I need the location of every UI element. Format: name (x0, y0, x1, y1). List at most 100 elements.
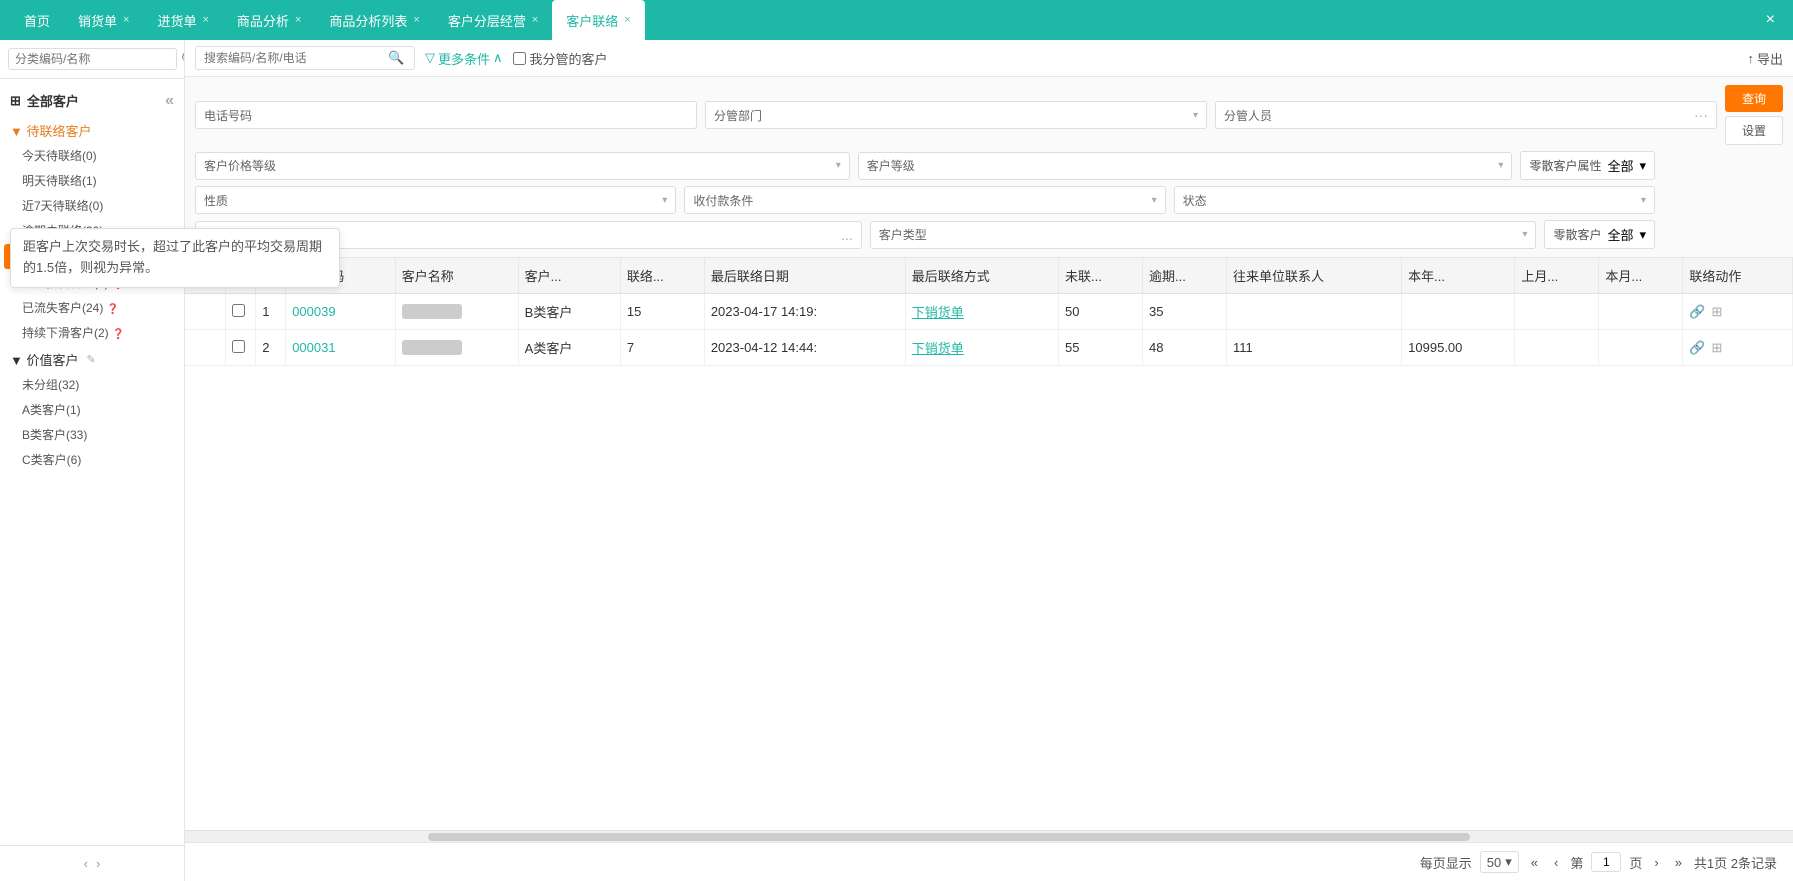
row1-link-icon[interactable]: 🔗 (1689, 304, 1705, 320)
row2-setting (185, 330, 226, 366)
filter-status[interactable]: 状态 ▾ (1174, 186, 1655, 214)
sidebar-left-arrow[interactable]: ‹ (84, 856, 88, 871)
sidebar-item-churned[interactable]: 已流失客户(24) ❓ (0, 295, 184, 320)
sidebar-item-declining[interactable]: 持续下滑客户(2) ❓ (0, 320, 184, 345)
row2-last-method[interactable]: 下销货单 (905, 330, 1058, 366)
chevron-down-icon: ▾ (1193, 110, 1198, 121)
filter-customer-tier[interactable]: 客户等级 ▾ (858, 152, 1513, 180)
filter-person[interactable]: 分管人员 ··· (1215, 101, 1717, 129)
row2-this-month (1599, 330, 1683, 366)
filter-customer-type[interactable]: 客户类型 ▾ (870, 221, 1537, 249)
filter-bar: 🔍 ▽ 更多条件 ∧ 我分管的客户 ↑ 导出 (185, 40, 1793, 77)
sidebar-section-value[interactable]: ▼ 价值客户 ✎ (0, 345, 184, 372)
export-btn[interactable]: ↑ 导出 (1747, 49, 1783, 68)
sidebar-item-ungrouped[interactable]: 未分组(32) (0, 372, 184, 397)
tab-product-analysis[interactable]: 商品分析 × (223, 0, 315, 40)
row2-select[interactable] (232, 340, 245, 353)
sidebar-right-arrow[interactable]: › (96, 856, 100, 871)
dots-icon[interactable]: ··· (1694, 107, 1708, 123)
sidebar-item-7days[interactable]: 近7天待联络(0) (0, 193, 184, 218)
filter-search-input[interactable] (204, 51, 384, 65)
last-page-btn[interactable]: » (1671, 853, 1686, 872)
tab-home[interactable]: 首页 (10, 0, 64, 40)
per-page-label: 每页显示 (1420, 853, 1472, 872)
row2-code[interactable]: 000031 (286, 330, 396, 366)
top-nav: 首页 销货单 × 进货单 × 商品分析 × 商品分析列表 × 客户分层经营 × … (0, 0, 1793, 40)
my-customer-checkbox[interactable] (513, 52, 526, 65)
help-icon3: ❓ (107, 304, 119, 315)
chevron-up-icon: ∧ (493, 50, 503, 66)
filter-more-btn[interactable]: ▽ 更多条件 ∧ (425, 49, 503, 68)
grid-icon: ⊞ (10, 93, 21, 109)
setting-button[interactable]: 设置 (1725, 116, 1783, 145)
row2-copy-icon[interactable]: ⊞ (1712, 340, 1723, 356)
close-tab-customer-tier[interactable]: × (532, 14, 538, 26)
adv-filter-row4: ... 客户类型 ▾ 零散客户 全部 ▾ (195, 220, 1783, 249)
sidebar-collapse-btn[interactable]: « (165, 92, 174, 110)
filter-my-customer[interactable]: 我分管的客户 (513, 49, 608, 68)
row1-action-icons: 🔗 ⊞ (1689, 304, 1786, 320)
close-tab-sales[interactable]: × (123, 14, 129, 26)
filter-retail-customer[interactable]: 零散客户 全部 ▾ (1544, 220, 1655, 249)
close-tab-customer-contact[interactable]: × (624, 14, 630, 26)
query-button[interactable]: 查询 (1725, 85, 1783, 112)
col-last-month: 上月... (1515, 258, 1599, 294)
first-page-btn[interactable]: « (1527, 853, 1542, 872)
filter-department[interactable]: 分管部门 ▾ (705, 101, 1207, 129)
filter-nature[interactable]: 性质 ▾ (195, 186, 676, 214)
close-tab-product-analysis[interactable]: × (295, 14, 301, 26)
sidebar-item-class-a[interactable]: A类客户(1) (0, 397, 184, 422)
scrollbar-thumb[interactable] (428, 833, 1471, 841)
filter-price-tier[interactable]: 客户价格等级 ▾ (195, 152, 850, 180)
dots-icon2[interactable]: ... (841, 227, 853, 243)
tab-purchase[interactable]: 进货单 × (143, 0, 222, 40)
sidebar-item-today[interactable]: 今天待联络(0) (0, 143, 184, 168)
tab-product-analysis-list[interactable]: 商品分析列表 × (315, 0, 433, 40)
chevron-down-icon6: ▾ (1152, 195, 1157, 206)
filter-retail-attr[interactable]: 零散客户属性 全部 ▾ (1520, 151, 1655, 180)
filter-phone[interactable]: 电话号码 (195, 101, 697, 129)
page-label: 第 (1570, 853, 1583, 872)
filter-payment-terms[interactable]: 收付款条件 ▾ (684, 186, 1165, 214)
customer-table: ⚙ # 客户编码 客户名称 客户... 联络... 最后联络日期 最后联络方式 … (185, 258, 1793, 366)
sidebar-all-customers[interactable]: ⊞ 全部客户 « (0, 85, 184, 116)
row2-checkbox[interactable] (226, 330, 256, 366)
sidebar-item-class-c[interactable]: C类客户(6) (0, 447, 184, 472)
sidebar-item-tomorrow[interactable]: 明天待联络(1) (0, 168, 184, 193)
main-layout: 🔍 ⊞ 全部客户 « ▼ 待联络客户 今天待联络(0) 明天待联络(1) 近7天… (0, 40, 1793, 881)
next-page-btn[interactable]: › (1650, 853, 1662, 872)
row1-last-method[interactable]: 下销货单 (905, 294, 1058, 330)
row1-contacts (1226, 294, 1401, 330)
prev-page-btn[interactable]: ‹ (1550, 853, 1562, 872)
sidebar-search-input[interactable] (8, 48, 177, 70)
row1-code[interactable]: 000039 (286, 294, 396, 330)
sidebar-search-area: 🔍 (0, 40, 184, 79)
tab-customer-contact[interactable]: 客户联络 × (552, 0, 644, 40)
table-row: 2 000031 ██████ A类客户 7 2023-04-12 14:44:… (185, 330, 1793, 366)
filter-search-icon[interactable]: 🔍 (388, 50, 404, 66)
horizontal-scrollbar[interactable] (185, 830, 1793, 842)
tab-customer-tier[interactable]: 客户分层经营 × (434, 0, 552, 40)
col-overdue: 逾期... (1143, 258, 1227, 294)
col-customer-name: 客户名称 (395, 258, 518, 294)
col-this-month: 本月... (1599, 258, 1683, 294)
row1-contact: 15 (620, 294, 704, 330)
close-tab-product-analysis-list[interactable]: × (413, 14, 419, 26)
close-tab-purchase[interactable]: × (202, 14, 208, 26)
sidebar-section-pending[interactable]: ▼ 待联络客户 (0, 116, 184, 143)
row2-this-year: 10995.00 (1402, 330, 1515, 366)
close-all-btn[interactable]: × (1758, 11, 1783, 29)
row2-contacts: 111 (1226, 330, 1401, 366)
row1-copy-icon[interactable]: ⊞ (1712, 304, 1723, 320)
tab-sales[interactable]: 销货单 × (64, 0, 143, 40)
page-size-select[interactable]: 50 ▾ (1480, 851, 1519, 873)
edit-icon[interactable]: ✎ (86, 353, 95, 366)
sidebar-item-class-b[interactable]: B类客户(33) (0, 422, 184, 447)
sidebar-nav-row: ‹ › (0, 852, 184, 875)
row1-checkbox[interactable] (226, 294, 256, 330)
page-number-input[interactable] (1591, 852, 1621, 872)
table-header-row: ⚙ # 客户编码 客户名称 客户... 联络... 最后联络日期 最后联络方式 … (185, 258, 1793, 294)
row2-link-icon[interactable]: 🔗 (1689, 340, 1705, 356)
row1-last-month (1515, 294, 1599, 330)
row1-select[interactable] (232, 304, 245, 317)
